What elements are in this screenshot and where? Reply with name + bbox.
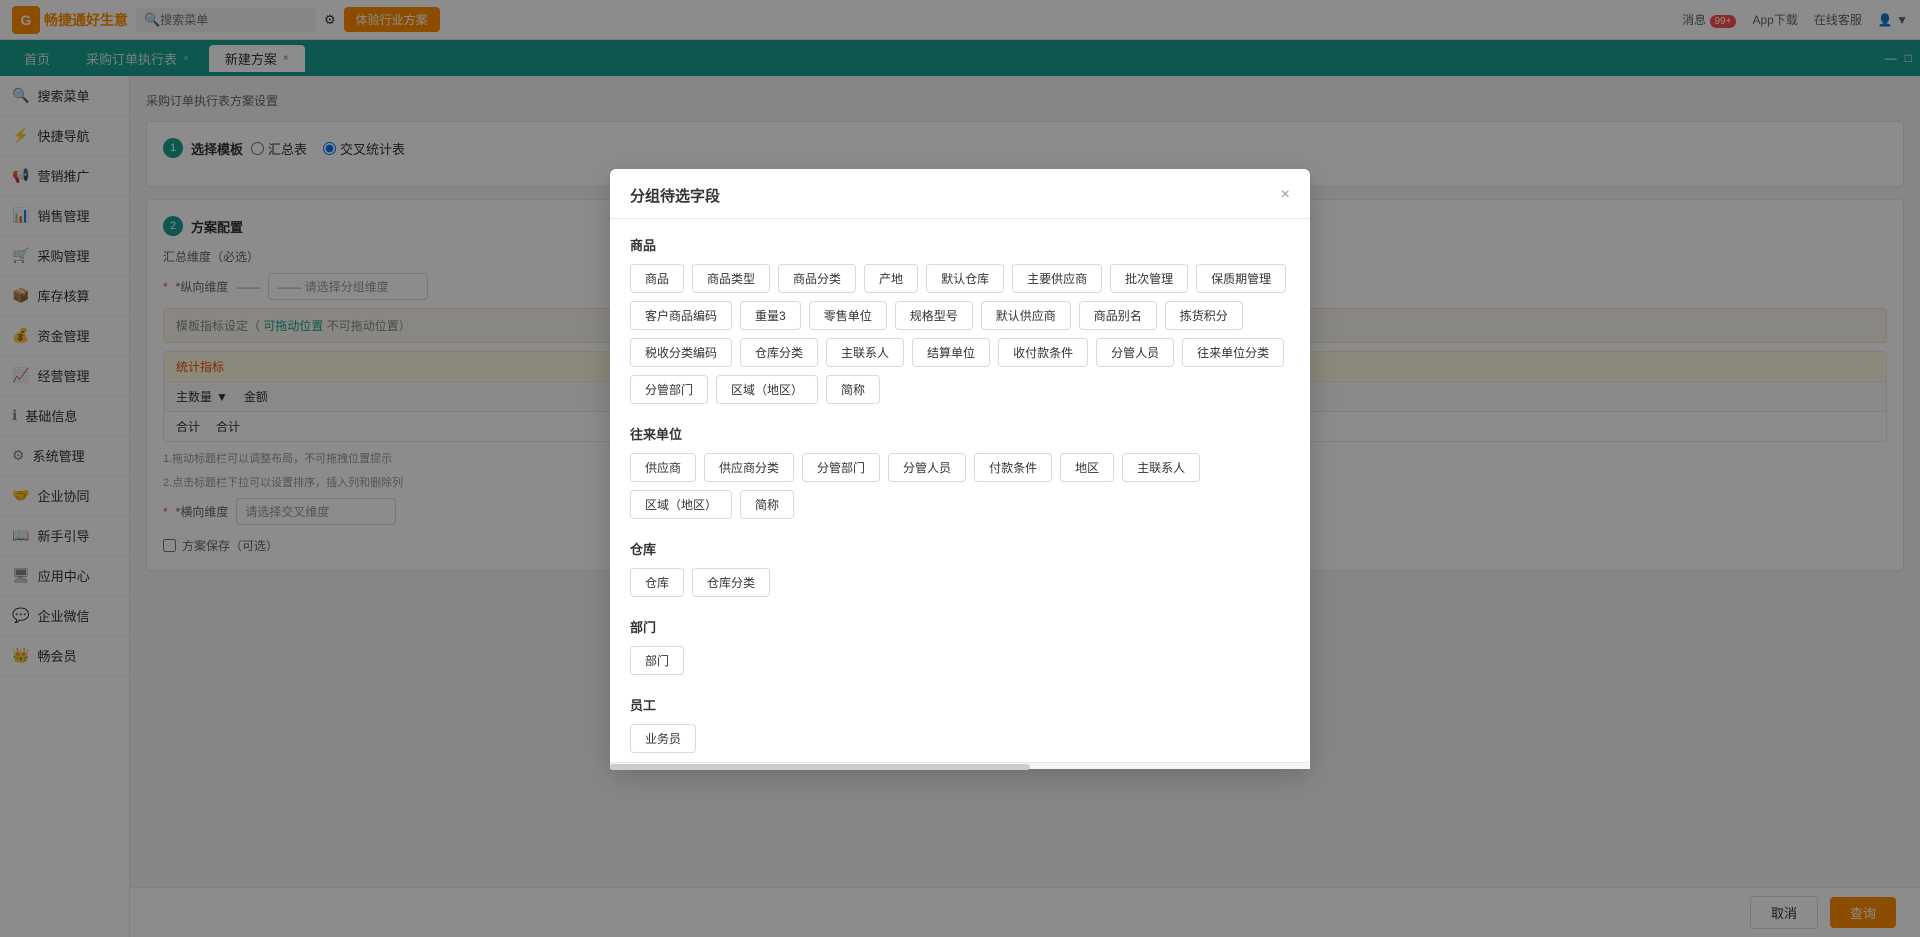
field-section-部门: 部门部门: [630, 617, 1290, 675]
modal-overlay[interactable]: 分组待选字段 × 商品商品商品类型商品分类产地默认仓库主要供应商批次管理保质期管…: [0, 0, 1920, 937]
field-section-员工: 员工业务员: [630, 695, 1290, 753]
modal-hscroll-thumb: [610, 764, 1030, 770]
field-tag[interactable]: 商品别名: [1079, 301, 1157, 330]
field-tag[interactable]: 商品: [630, 264, 684, 293]
field-tag[interactable]: 供应商: [630, 453, 696, 482]
field-section-往来单位: 往来单位供应商供应商分类分管部门分管人员付款条件地区主联系人区域（地区） 简称: [630, 424, 1290, 519]
field-tag[interactable]: 仓库: [630, 568, 684, 597]
field-tag[interactable]: 付款条件: [974, 453, 1052, 482]
field-tag[interactable]: 区域（地区）: [630, 490, 732, 519]
field-tag[interactable]: 批次管理: [1110, 264, 1188, 293]
field-tag[interactable]: 零售单位: [809, 301, 887, 330]
field-tag[interactable]: 业务员: [630, 724, 696, 753]
field-tag[interactable]: 产地: [864, 264, 918, 293]
field-tag[interactable]: 税收分类编码: [630, 338, 732, 367]
field-select-modal: 分组待选字段 × 商品商品商品类型商品分类产地默认仓库主要供应商批次管理保质期管…: [610, 169, 1310, 769]
modal-close-button[interactable]: ×: [1281, 186, 1290, 204]
field-tag[interactable]: 供应商分类: [704, 453, 794, 482]
field-tag[interactable]: 主联系人: [1122, 453, 1200, 482]
field-section-商品: 商品商品商品类型商品分类产地默认仓库主要供应商批次管理保质期管理客户商品编码重量…: [630, 235, 1290, 404]
field-tags-部门: 部门: [630, 646, 1290, 675]
field-tag[interactable]: 主要供应商: [1012, 264, 1102, 293]
field-tags-往来单位: 供应商供应商分类分管部门分管人员付款条件地区主联系人区域（地区） 简称: [630, 453, 1290, 519]
section-name-部门: 部门: [630, 617, 1290, 636]
field-tag[interactable]: 分管人员: [1096, 338, 1174, 367]
modal-horizontal-scrollbar[interactable]: [610, 762, 1310, 768]
field-tag[interactable]: 结算单位: [912, 338, 990, 367]
field-tag[interactable]: 重量3: [740, 301, 801, 330]
field-tag[interactable]: 默认供应商: [981, 301, 1071, 330]
field-tag[interactable]: 仓库分类: [692, 568, 770, 597]
field-tag[interactable]: 简称: [826, 375, 880, 404]
field-tag[interactable]: 往来单位分类: [1182, 338, 1284, 367]
field-tags-仓库: 仓库仓库分类: [630, 568, 1290, 597]
field-tag[interactable]: 地区: [1060, 453, 1114, 482]
field-tags-员工: 业务员: [630, 724, 1290, 753]
field-tag[interactable]: 商品分类: [778, 264, 856, 293]
section-name-仓库: 仓库: [630, 539, 1290, 558]
field-tag[interactable]: 区域（地区）: [716, 375, 818, 404]
field-tag[interactable]: 仓库分类: [740, 338, 818, 367]
field-tag[interactable]: 主联系人: [826, 338, 904, 367]
modal-body: 商品商品商品类型商品分类产地默认仓库主要供应商批次管理保质期管理客户商品编码重量…: [610, 219, 1310, 763]
section-name-商品: 商品: [630, 235, 1290, 254]
section-name-员工: 员工: [630, 695, 1290, 714]
field-tag[interactable]: 分管部门: [802, 453, 880, 482]
field-tag[interactable]: 拣货积分: [1165, 301, 1243, 330]
field-tag[interactable]: 简称: [740, 490, 794, 519]
field-tag[interactable]: 商品类型: [692, 264, 770, 293]
field-tag[interactable]: 部门: [630, 646, 684, 675]
section-name-往来单位: 往来单位: [630, 424, 1290, 443]
field-tag[interactable]: 分管部门: [630, 375, 708, 404]
field-tags-商品: 商品商品类型商品分类产地默认仓库主要供应商批次管理保质期管理客户商品编码重量3 零…: [630, 264, 1290, 404]
field-tag[interactable]: 分管人员: [888, 453, 966, 482]
modal-title: 分组待选字段: [630, 185, 720, 206]
field-tag[interactable]: 客户商品编码: [630, 301, 732, 330]
modal-header: 分组待选字段 ×: [610, 169, 1310, 219]
field-tag[interactable]: 保质期管理: [1196, 264, 1286, 293]
field-tag[interactable]: 默认仓库: [926, 264, 1004, 293]
field-tag[interactable]: 收付款条件: [998, 338, 1088, 367]
field-tag[interactable]: 规格型号: [895, 301, 973, 330]
field-section-仓库: 仓库仓库仓库分类: [630, 539, 1290, 597]
